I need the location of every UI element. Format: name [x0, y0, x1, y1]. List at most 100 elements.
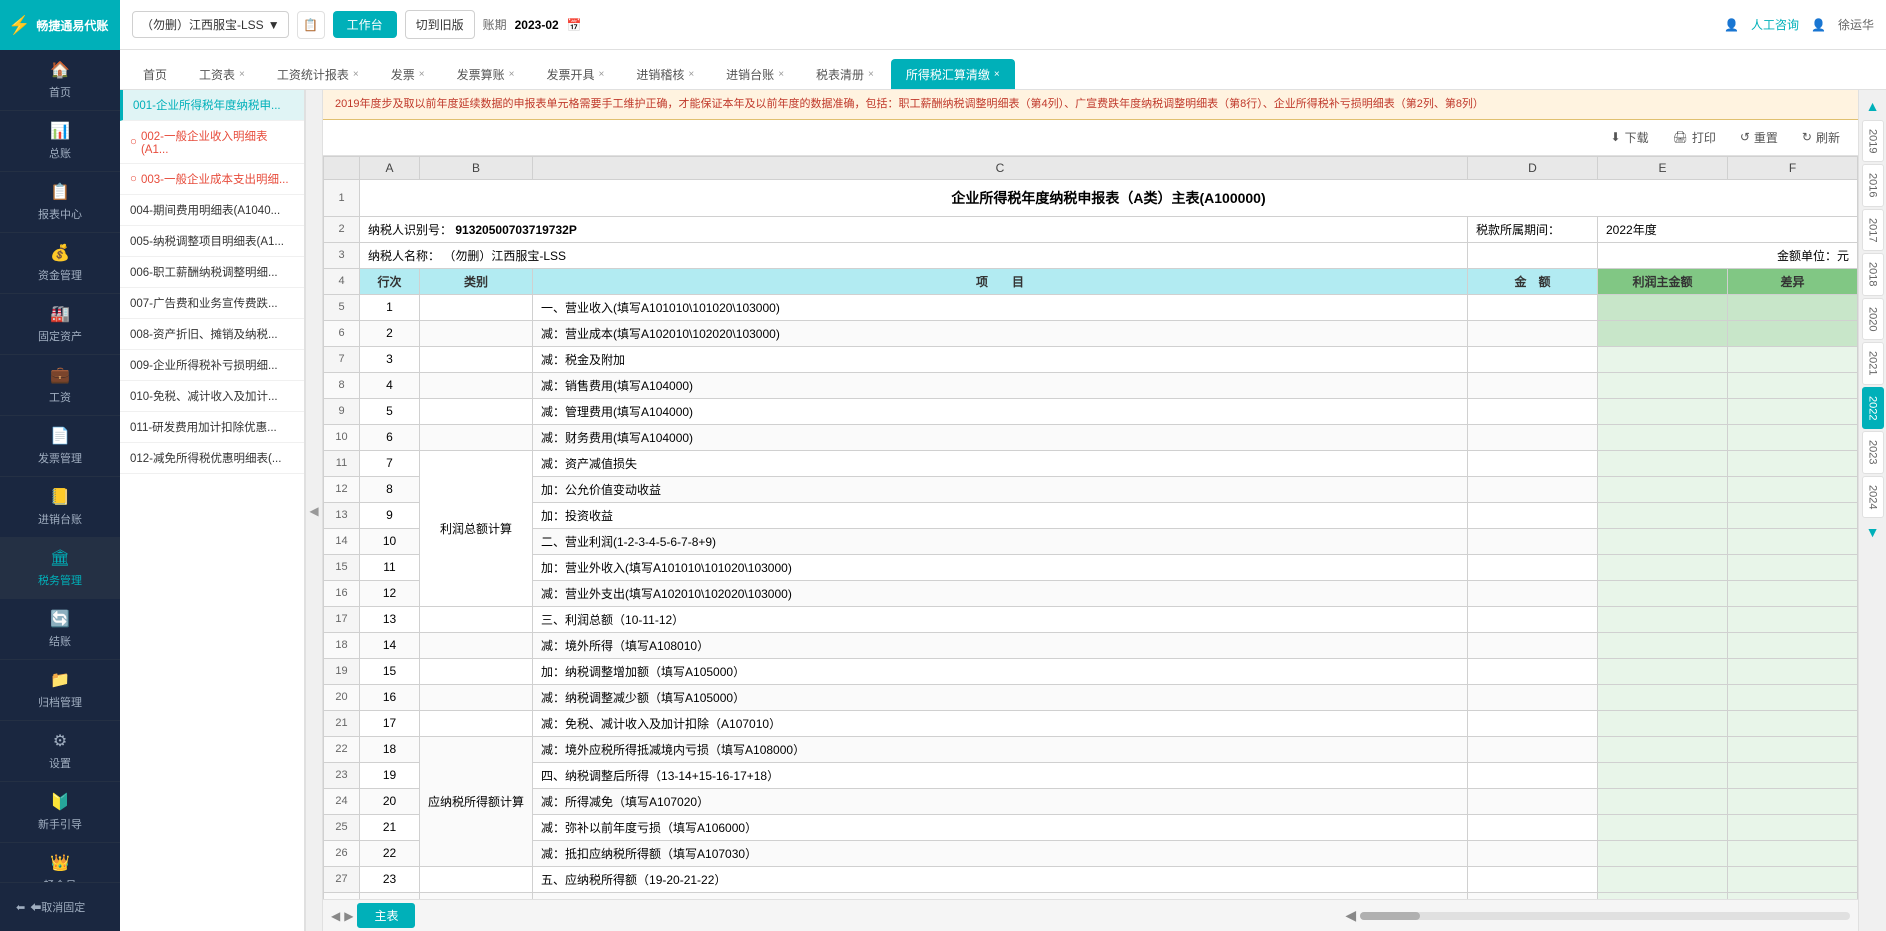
- year-down-nav[interactable]: ▼: [1862, 520, 1884, 544]
- table-row: 15 11 加：营业外收入(填写A101010\101020\103000): [324, 554, 1858, 580]
- left-panel-item-010[interactable]: 010-免税、减计收入及加计...: [120, 381, 304, 412]
- sidebar-item-close[interactable]: 🔄 结账: [0, 599, 120, 660]
- table-row: 7 3 减：税金及附加: [324, 346, 1858, 372]
- sidebar-item-member[interactable]: 👑 畅会员: [0, 843, 120, 882]
- tab-income-tax-close[interactable]: ×: [994, 69, 1000, 80]
- tab-invoice-calc[interactable]: 发票算账 ×: [442, 59, 530, 89]
- taxpayer-name-cell: 纳税人名称： （勿删）江西服宝-LSS: [360, 242, 1468, 268]
- service-label[interactable]: 人工咨询: [1751, 16, 1799, 33]
- year-2022[interactable]: 2022: [1862, 387, 1884, 429]
- left-panel-item-001[interactable]: 001-企业所得税年度纳税申...: [120, 90, 304, 121]
- table-row: 19 15 加：纳税调整增加额（填写A105000）: [324, 658, 1858, 684]
- tab-audit-close[interactable]: ×: [688, 69, 694, 80]
- tab-ledger[interactable]: 进销台账 ×: [711, 59, 799, 89]
- left-panel-item-002-label: 002-一般企业收入明细表(A1...: [141, 128, 294, 156]
- user-name[interactable]: 徐运华: [1838, 16, 1874, 33]
- left-panel-item-006[interactable]: 006-职工薪酬纳税调整明细...: [120, 257, 304, 288]
- tab-invoice[interactable]: 发票 ×: [376, 59, 440, 89]
- year-2019[interactable]: 2019: [1862, 120, 1884, 162]
- sidebar-item-guide[interactable]: 🔰 新手引导: [0, 782, 120, 843]
- tab-income-tax[interactable]: 所得税汇算清缴 ×: [891, 59, 1015, 89]
- year-2016[interactable]: 2016: [1862, 164, 1884, 206]
- tab-home[interactable]: 首页: [128, 59, 182, 89]
- company-selector[interactable]: （勿删）江西服宝-LSS ▼: [132, 11, 289, 38]
- download-button[interactable]: ⬇ 下载: [1605, 126, 1655, 149]
- left-panel-item-002[interactable]: ○ 002-一般企业收入明细表(A1...: [120, 121, 304, 164]
- tab-payroll-close[interactable]: ×: [239, 69, 245, 80]
- year-2018[interactable]: 2018: [1862, 253, 1884, 295]
- left-panel-item-009[interactable]: 009-企业所得税补亏损明细...: [120, 350, 304, 381]
- tab-tax-clear-label: 税表清册: [816, 66, 864, 83]
- left-panel-item-005[interactable]: 005-纳税调整项目明细表(A1...: [120, 226, 304, 257]
- sidebar-item-purchsale[interactable]: 📒 进销台账: [0, 477, 120, 538]
- tab-invoice-calc-close[interactable]: ×: [509, 69, 515, 80]
- sidebar-item-reports-label: 报表中心: [38, 206, 82, 222]
- tab-invoice-issue[interactable]: 发票开具 ×: [531, 59, 619, 89]
- scroll-right-icon[interactable]: ▶: [344, 909, 353, 923]
- left-panel-item-007-label: 007-广告费和业务宣传费跌...: [130, 295, 278, 311]
- workspace-button[interactable]: 工作台: [333, 11, 397, 38]
- year-2020[interactable]: 2020: [1862, 298, 1884, 340]
- table-row: 22 18 应纳税所得额计算 减：境外应税所得抵减境内亏损（填写A108000）: [324, 736, 1858, 762]
- sidebar-bottom[interactable]: ⬅ ⬅取消固定: [0, 882, 120, 931]
- sidebar-item-settings[interactable]: ⚙ 设置: [0, 721, 120, 782]
- year-2021[interactable]: 2021: [1862, 342, 1884, 384]
- tab-audit[interactable]: 进销稽核 ×: [621, 59, 709, 89]
- refresh-icon: ↻: [1802, 130, 1812, 144]
- left-panel-item-011[interactable]: 011-研发费用加计扣除优惠...: [120, 412, 304, 443]
- table-row: 23 19 四、纳税调整后所得（13-14+15-16-17+18）: [324, 762, 1858, 788]
- scroll-left-icon[interactable]: ◀: [331, 909, 340, 923]
- tab-invoice-close[interactable]: ×: [419, 69, 425, 80]
- sidebar-item-funds[interactable]: 💰 资金管理: [0, 233, 120, 294]
- download-label: 下载: [1625, 129, 1649, 146]
- sidebar-item-invoice[interactable]: 📄 发票管理: [0, 416, 120, 477]
- scroll-thumb[interactable]: [1360, 912, 1420, 920]
- col-d-header: D: [1468, 156, 1598, 179]
- left-panel-item-003-label: 003-一般企业成本支出明细...: [141, 171, 289, 187]
- scroll-track[interactable]: [1360, 912, 1850, 920]
- col-e-header: E: [1598, 156, 1728, 179]
- funds-icon: 💰: [50, 243, 70, 263]
- scroll-icon-left[interactable]: ◀: [1345, 907, 1356, 924]
- sidebar-item-assets[interactable]: 🏭 固定资产: [0, 294, 120, 355]
- print-label: 打印: [1692, 129, 1716, 146]
- left-panel-item-011-label: 011-研发费用加计扣除优惠...: [130, 419, 277, 435]
- sidebar-item-archive[interactable]: 📁 归档管理: [0, 660, 120, 721]
- tab-tax-clear-close[interactable]: ×: [868, 69, 874, 80]
- sidebar-item-reports[interactable]: 📋 报表中心: [0, 172, 120, 233]
- sidebar-item-ledger[interactable]: 📊 总账: [0, 111, 120, 172]
- sidebar-item-tax[interactable]: 🏛 税务管理: [0, 538, 120, 599]
- left-panel-item-008[interactable]: 008-资产折旧、摊销及纳税...: [120, 319, 304, 350]
- tab-tax-clear[interactable]: 税表清册 ×: [801, 59, 889, 89]
- left-panel-item-003[interactable]: ○ 003-一般企业成本支出明细...: [120, 164, 304, 195]
- spreadsheet-wrapper[interactable]: A B C D E F 1: [323, 156, 1858, 900]
- print-button[interactable]: 🖨 打印: [1667, 126, 1722, 149]
- switch-version-button[interactable]: 切到旧版: [405, 10, 475, 39]
- refresh-button[interactable]: ↻ 刷新: [1796, 126, 1846, 149]
- sidebar-item-home[interactable]: 🏠 首页: [0, 50, 120, 111]
- col-label-b: 类别: [420, 268, 533, 294]
- copy-button[interactable]: 📋: [297, 11, 325, 39]
- tab-invoice-issue-close[interactable]: ×: [598, 69, 604, 80]
- year-2017[interactable]: 2017: [1862, 209, 1884, 251]
- tax-icon: 🏛: [50, 548, 70, 568]
- year-2023[interactable]: 2023: [1862, 431, 1884, 473]
- content-area: 001-企业所得税年度纳税申... ○ 002-一般企业收入明细表(A1... …: [120, 90, 1886, 931]
- sheet-tab-main[interactable]: 主表: [357, 903, 415, 928]
- tab-payroll[interactable]: 工资表 ×: [184, 59, 260, 89]
- reports-icon: 📋: [50, 182, 70, 202]
- sidebar-item-payroll[interactable]: 💼 工资: [0, 355, 120, 416]
- sidebar-item-home-label: 首页: [49, 84, 71, 100]
- year-2024[interactable]: 2024: [1862, 476, 1884, 518]
- year-up-nav[interactable]: ▲: [1862, 94, 1884, 118]
- horizontal-scrollbar[interactable]: ◀ ▶ 主表 ◀: [323, 899, 1858, 931]
- table-row: 24 20 减：所得减免（填写A107020）: [324, 788, 1858, 814]
- left-panel-item-007[interactable]: 007-广告费和业务宣传费跌...: [120, 288, 304, 319]
- tab-payroll-stats[interactable]: 工资统计报表 ×: [262, 59, 374, 89]
- left-panel-item-012[interactable]: 012-减免所得税优惠明细表(...: [120, 443, 304, 474]
- tab-payroll-stats-close[interactable]: ×: [353, 69, 359, 80]
- tab-ledger-close[interactable]: ×: [778, 69, 784, 80]
- reset-button[interactable]: ↺ 重置: [1734, 126, 1784, 149]
- panel-toggle[interactable]: ◀: [305, 90, 323, 931]
- left-panel-item-004[interactable]: 004-期间费用明细表(A1040...: [120, 195, 304, 226]
